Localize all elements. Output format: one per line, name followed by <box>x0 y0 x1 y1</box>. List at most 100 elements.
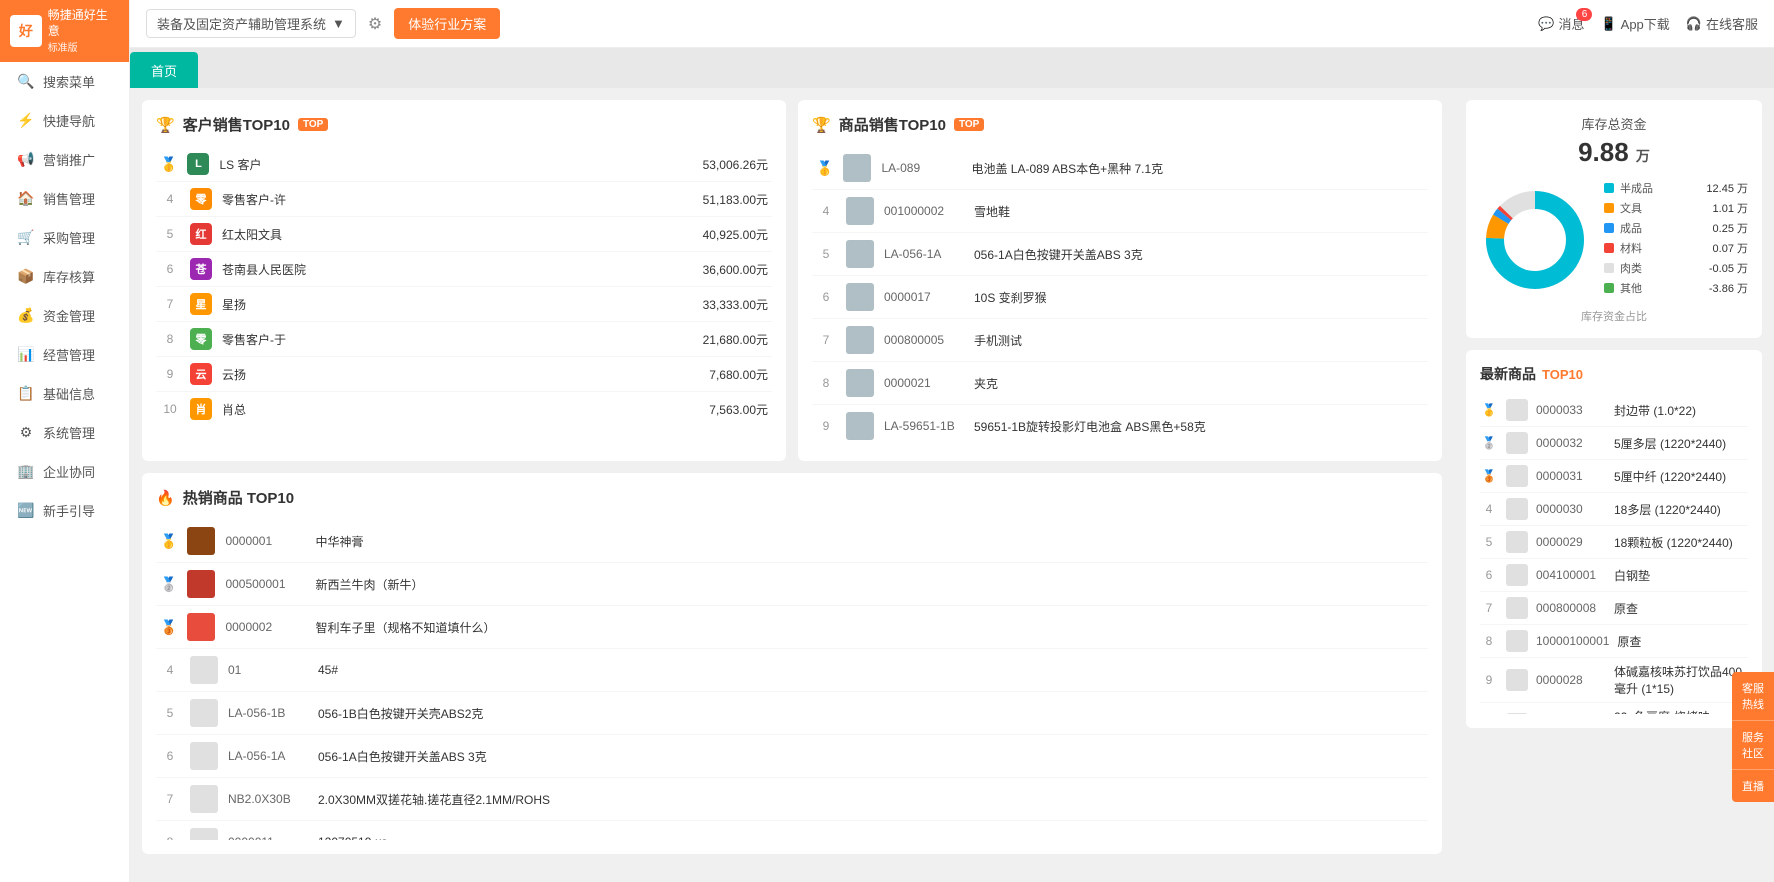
page-content: 🏆 客户销售TOP10 TOP 🥇 L LS 客户 53,006.26元 <box>130 88 1774 882</box>
sidebar-item-search[interactable]: 🔍 搜索菜单 <box>0 62 129 101</box>
float-btn-hotline[interactable]: 客服 热线 <box>1732 672 1774 721</box>
phone-icon: 📱 <box>1600 16 1616 32</box>
table-row: 4 001000002 雪地鞋 <box>812 190 1428 233</box>
product-code: 000500001 <box>225 577 305 591</box>
sidebar-item-label: 经营管理 <box>43 345 95 364</box>
sidebar-item-marketing[interactable]: 📢 营销推广 <box>0 140 129 179</box>
table-row: 🥇 L LS 客户 53,006.26元 <box>156 147 772 182</box>
product-name: 2.0X30MM双搓花轴.搓花直径2.1MM/ROHS <box>318 791 1424 808</box>
new-products-card: 最新商品 TOP10 🥇 0000033 封边带 (1.0*22) 🥈 0000… <box>1466 350 1762 728</box>
sidebar-item-sales[interactable]: 🏠 销售管理 <box>0 179 129 218</box>
trial-button[interactable]: 体验行业方案 <box>394 8 500 39</box>
product-image <box>187 527 215 555</box>
message-icon: 💬 <box>1538 16 1554 32</box>
customer-amount: 53,006.26元 <box>703 156 768 173</box>
list-item: 🥉 0000002 智利车子里（规格不知道填什么） <box>156 606 1428 649</box>
rank-num: 8 <box>1480 634 1498 648</box>
tab-home[interactable]: 首页 <box>130 52 198 88</box>
rank-num: 6 <box>816 290 836 304</box>
product-image <box>1506 597 1528 619</box>
app-download-action[interactable]: 📱 App下载 <box>1600 14 1669 33</box>
table-row: 4 零 零售客户-许 51,183.00元 <box>156 182 772 217</box>
sidebar-item-guide[interactable]: 🆕 新手引导 <box>0 491 129 530</box>
sidebar-item-shortcut[interactable]: ⚡ 快捷导航 <box>0 101 129 140</box>
legend-dot <box>1604 223 1614 233</box>
list-item: 5 0000029 18颗粒板 (1220*2440) <box>1480 526 1748 559</box>
sidebar-item-label: 新手引导 <box>43 501 95 520</box>
customer-amount: 40,925.00元 <box>703 226 768 243</box>
sidebar-item-system[interactable]: ⚙ 系统管理 <box>0 413 129 452</box>
product-code: 10000100001 <box>1536 634 1609 648</box>
float-btn-community[interactable]: 服务 社区 <box>1732 721 1774 770</box>
product-code: 0000021 <box>884 376 964 390</box>
product-image <box>846 283 874 311</box>
headset-icon: 🎧 <box>1686 16 1702 32</box>
inventory-total-label: 库存总资金 <box>1480 114 1748 133</box>
list-item: 7 000800008 原查 <box>1480 592 1748 625</box>
float-buttons: 客服 热线 服务 社区 直播 <box>1732 672 1774 802</box>
legend-item: 材料 0.07 万 <box>1604 240 1748 256</box>
logo-text: 畅捷通好生意 <box>48 8 119 39</box>
rank-num: 10 <box>160 402 180 416</box>
main-wrapper: 装备及固定资产辅助管理系统 ▼ ⚙ 体验行业方案 💬 消息 6 📱 App下载 … <box>130 0 1774 882</box>
avatar: 苍 <box>190 258 212 280</box>
product-name: 5厘中纤 (1220*2440) <box>1614 468 1748 485</box>
sidebar-item-inventory[interactable]: 📦 库存核算 <box>0 257 129 296</box>
avatar: 零 <box>190 328 212 350</box>
customer-amount: 21,680.00元 <box>703 331 768 348</box>
product-code: 0000030 <box>1536 502 1606 516</box>
customer-amount: 33,333.00元 <box>703 296 768 313</box>
legend-label: 成品 <box>1620 220 1707 236</box>
product-code: 0000029 <box>1536 535 1606 549</box>
customer-ranking-title: 🏆 客户销售TOP10 TOP <box>156 114 772 135</box>
medal-icon: 🥇 <box>160 156 177 173</box>
inventory-sub-label: 库存资金占比 <box>1480 308 1748 324</box>
rank-num: 5 <box>1480 535 1498 549</box>
new-products-list: 🥇 0000033 封边带 (1.0*22) 🥈 0000032 5厘多层 (1… <box>1480 394 1748 714</box>
medal-icon: 🥇 <box>816 160 833 177</box>
list-item: 5 LA-056-1B 056-1B白色按键开关壳ABS2克 <box>156 692 1428 735</box>
product-name: 10S 变刹罗猴 <box>974 289 1424 306</box>
avatar: 星 <box>190 293 212 315</box>
content-center: 🏆 客户销售TOP10 TOP 🥇 L LS 客户 53,006.26元 <box>130 88 1454 882</box>
product-name: 智利车子里（规格不知道填什么） <box>315 619 1424 636</box>
avatar: 肖 <box>190 398 212 420</box>
shortcut-icon: ⚡ <box>17 112 35 129</box>
settings-button[interactable]: ⚙ <box>368 14 382 34</box>
float-btn-live[interactable]: 直播 <box>1732 770 1774 802</box>
product-image <box>846 197 874 225</box>
list-item: 🥇 0000001 中华神膏 <box>156 520 1428 563</box>
list-item: 8 0000011 12070519-xs <box>156 821 1428 840</box>
rank-num: 4 <box>160 663 180 677</box>
sidebar-item-label: 搜索菜单 <box>43 72 95 91</box>
hot-products-card: 🔥 热销商品 TOP10 🥇 0000001 中华神膏 🥈 000500001 <box>142 473 1442 854</box>
sidebar-item-operation[interactable]: 📊 经营管理 <box>0 335 129 374</box>
medal-icon: 🥉 <box>1480 469 1498 483</box>
rank-num: 9 <box>160 367 180 381</box>
sidebar-item-finance[interactable]: 💰 资金管理 <box>0 296 129 335</box>
online-service-label: 在线客服 <box>1706 14 1758 33</box>
search-icon: 🔍 <box>17 73 35 90</box>
app-download-label: App下载 <box>1621 14 1670 33</box>
product-image <box>846 369 874 397</box>
product-name: 22g鱼豆腐-烧烤味 (1*12*20) <box>1614 708 1748 714</box>
rank-num: 5 <box>160 227 180 241</box>
sidebar-item-purchase[interactable]: 🛒 采购管理 <box>0 218 129 257</box>
online-service-action[interactable]: 🎧 在线客服 <box>1686 14 1758 33</box>
product-name: 原查 <box>1614 600 1748 617</box>
top-panels: 🏆 客户销售TOP10 TOP 🥇 L LS 客户 53,006.26元 <box>142 100 1442 461</box>
system-name: 装备及固定资产辅助管理系统 <box>157 14 326 33</box>
legend-value: 0.25 万 <box>1713 220 1748 236</box>
product-image <box>187 613 215 641</box>
product-code: LA-59651-1B <box>884 419 964 433</box>
message-action[interactable]: 💬 消息 6 <box>1538 14 1584 33</box>
sidebar-item-company[interactable]: 🏢 企业协同 <box>0 452 129 491</box>
rank-num: 7 <box>1480 601 1498 615</box>
avatar: 零 <box>190 188 212 210</box>
sidebar-nav: 🔍 搜索菜单 ⚡ 快捷导航 📢 营销推广 🏠 销售管理 🛒 采购管理 📦 库存核… <box>0 62 129 882</box>
legend-dot <box>1604 243 1614 253</box>
table-row: 6 0000017 10S 变刹罗猴 <box>812 276 1428 319</box>
company-icon: 🏢 <box>17 463 35 480</box>
system-selector[interactable]: 装备及固定资产辅助管理系统 ▼ <box>146 9 356 38</box>
sidebar-item-basic[interactable]: 📋 基础信息 <box>0 374 129 413</box>
